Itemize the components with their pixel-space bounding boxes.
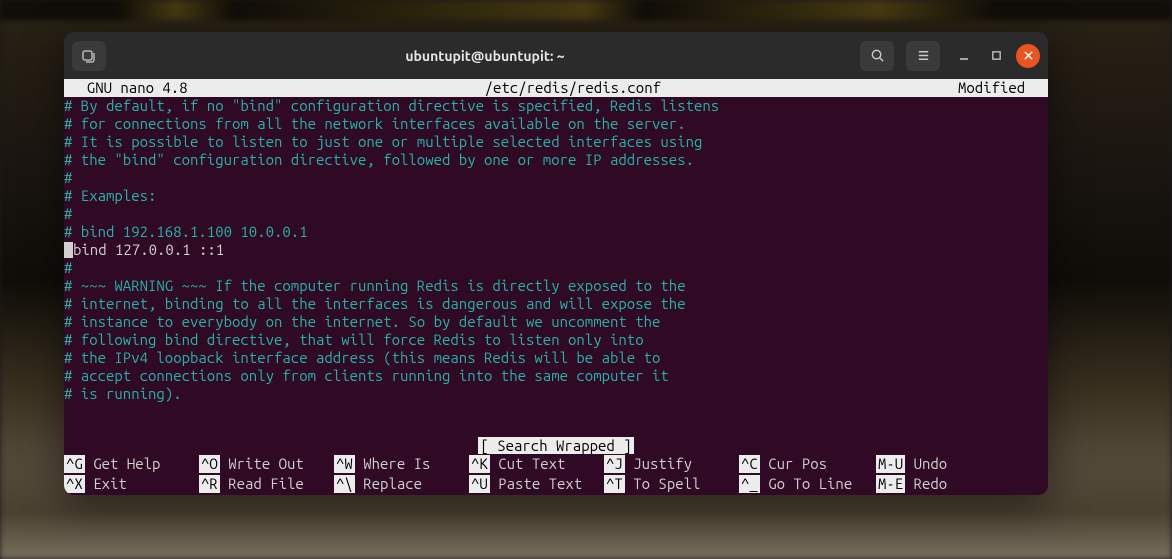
nano-status-message: [ Search Wrapped ]	[64, 437, 1048, 455]
editor-line: # By default, if no "bind" configuration…	[64, 97, 1048, 115]
editor-line: # It is possible to listen to just one o…	[64, 133, 1048, 151]
editor-line: # for connections from all the network i…	[64, 115, 1048, 133]
nano-shortcuts-row2: ^X Exit ^R Read File ^\ Replace ^U Paste…	[64, 475, 1048, 495]
editor-line: # accept connections only from clients r…	[64, 367, 1048, 385]
close-button[interactable]	[1016, 44, 1040, 68]
search-icon	[870, 48, 885, 63]
new-tab-button[interactable]	[72, 41, 106, 71]
editor-line: # internet, binding to all the interface…	[64, 295, 1048, 313]
new-tab-icon	[81, 48, 97, 64]
editor-line: # is running).	[64, 385, 1048, 403]
shortcut-exit: ^X Exit	[64, 475, 199, 493]
window-titlebar[interactable]: ubuntupit@ubuntupit: ~	[64, 32, 1048, 79]
terminal-window: ubuntupit@ubuntupit: ~	[64, 32, 1048, 495]
nano-file-path: /etc/redis/redis.conf	[188, 79, 958, 97]
editor-line: # bind 192.168.1.100 10.0.0.1	[64, 223, 1048, 241]
shortcut-read-file: ^R Read File	[199, 475, 334, 493]
editor-line: #	[64, 169, 1048, 187]
hamburger-icon	[916, 48, 931, 63]
editor-line: # Examples:	[64, 187, 1048, 205]
menu-button[interactable]	[906, 41, 940, 71]
shortcut-cut-text: ^K Cut Text	[469, 455, 604, 473]
minimize-icon	[958, 50, 970, 62]
editor-line: # following bind directive, that will fo…	[64, 331, 1048, 349]
search-button[interactable]	[860, 41, 894, 71]
shortcut-write-out: ^O Write Out	[199, 455, 334, 473]
shortcut-cur-pos: ^C Cur Pos	[739, 455, 876, 473]
maximize-icon	[991, 50, 1002, 61]
text-cursor	[64, 242, 73, 258]
minimize-button[interactable]	[952, 44, 976, 68]
shortcut-go-to-line: ^_ Go To Line	[739, 475, 876, 493]
editor-line: # ~~~ WARNING ~~~ If the computer runnin…	[64, 277, 1048, 295]
window-title: ubuntupit@ubuntupit: ~	[110, 48, 860, 64]
close-icon	[1023, 50, 1034, 61]
editor-line: #	[64, 205, 1048, 223]
nano-modified-label: Modified	[958, 79, 1042, 97]
editor-line-active: bind 127.0.0.1 ::1	[64, 241, 1048, 259]
editor-line: # the "bind" configuration directive, fo…	[64, 151, 1048, 169]
editor-line: # the IPv4 loopback interface address (t…	[64, 349, 1048, 367]
nano-shortcuts-row1: ^G Get Help ^O Write Out ^W Where Is ^K …	[64, 455, 1048, 475]
shortcut-replace: ^\ Replace	[334, 475, 469, 493]
shortcut-get-help: ^G Get Help	[64, 455, 199, 473]
editor-area[interactable]: # By default, if no "bind" configuration…	[64, 97, 1048, 437]
nano-header: GNU nano 4.8 /etc/redis/redis.conf Modif…	[64, 79, 1048, 97]
editor-line: #	[64, 259, 1048, 277]
shortcut-redo: M-E Redo	[876, 475, 966, 493]
search-wrapped-label: [ Search Wrapped ]	[478, 437, 633, 454]
shortcut-to-spell: ^T To Spell	[604, 475, 739, 493]
shortcut-undo: M-U Undo	[876, 455, 966, 473]
editor-line: # instance to everybody on the internet.…	[64, 313, 1048, 331]
shortcut-paste-text: ^U Paste Text	[469, 475, 604, 493]
shortcut-where-is: ^W Where Is	[334, 455, 469, 473]
maximize-button[interactable]	[984, 44, 1008, 68]
shortcut-justify: ^J Justify	[604, 455, 739, 473]
nano-app-label: GNU nano 4.8	[70, 79, 188, 97]
editor-line-text: bind 127.0.0.1 ::1	[73, 241, 224, 258]
